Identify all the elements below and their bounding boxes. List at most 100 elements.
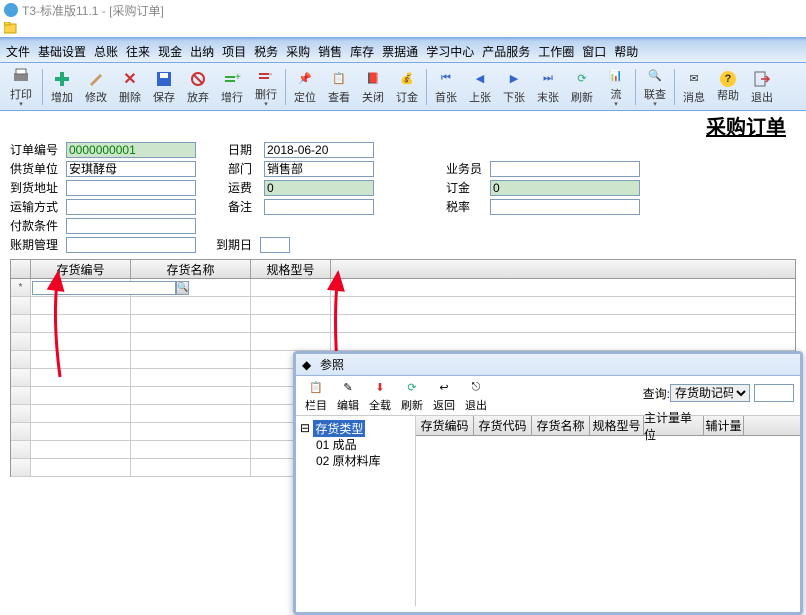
- mdi-icon: [4, 22, 18, 34]
- dialog-toolbar: 📋栏目 ✎编辑 ⬇全载 ⟳刷新 ↩返回 ⎋退出 查询: 存货助记码: [296, 376, 800, 416]
- input-order-no[interactable]: [66, 142, 196, 158]
- tool-prev[interactable]: ◀上张: [464, 65, 496, 109]
- input-addr[interactable]: [66, 180, 196, 196]
- tool-relquery[interactable]: 🔍联查▾: [639, 65, 671, 109]
- menu-help[interactable]: 帮助: [614, 43, 638, 60]
- tool-help[interactable]: ?帮助: [712, 65, 744, 109]
- menu-workgroup[interactable]: 工作圈: [538, 43, 574, 60]
- dcol-spec[interactable]: 规格型号: [590, 416, 644, 435]
- menu-gl[interactable]: 总账: [94, 43, 118, 60]
- input-date[interactable]: [264, 142, 374, 158]
- tool-first[interactable]: ⏮首张: [430, 65, 462, 109]
- label-ship: 运输方式: [10, 198, 66, 215]
- tool-edit[interactable]: 修改: [80, 65, 112, 109]
- dialog-title: 参照: [320, 356, 344, 373]
- menu-inventory[interactable]: 库存: [350, 43, 374, 60]
- input-pay[interactable]: [66, 218, 196, 234]
- grid-header: 存货编号 存货名称 规格型号: [10, 259, 796, 279]
- input-period[interactable]: [66, 237, 196, 253]
- svg-text:-: -: [269, 69, 272, 80]
- grid-col-rownum: [11, 260, 31, 278]
- menu-basic[interactable]: 基础设置: [38, 43, 86, 60]
- input-deposit[interactable]: [490, 180, 640, 196]
- tool-delete[interactable]: ✕删除: [114, 65, 146, 109]
- tree-item[interactable]: 02 原材料库: [300, 452, 411, 468]
- dlg-tool-back[interactable]: ↩返回: [428, 379, 460, 413]
- input-sales[interactable]: [490, 161, 640, 177]
- input-freight[interactable]: [264, 180, 374, 196]
- label-deposit: 订金: [446, 179, 490, 196]
- label-dept: 部门: [228, 160, 264, 177]
- menu-tax[interactable]: 税务: [254, 43, 278, 60]
- tool-discard[interactable]: 放弃: [182, 65, 214, 109]
- tool-flow[interactable]: 📊流▾: [600, 65, 632, 109]
- grid-col-name[interactable]: 存货名称: [131, 260, 251, 278]
- label-remark: 备注: [228, 198, 264, 215]
- input-ship[interactable]: [66, 199, 196, 215]
- dlg-tool-cols[interactable]: 📋栏目: [300, 379, 332, 413]
- row-marker: *: [11, 279, 31, 296]
- tool-locate[interactable]: 📌定位: [289, 65, 321, 109]
- dcol-name[interactable]: 存货名称: [532, 416, 590, 435]
- form: 订单编号 日期 供货单位 部门 业务员 到货地址 运费 订金 运输方式 备注 税…: [10, 141, 796, 253]
- grid-row[interactable]: * 🔍: [11, 279, 795, 297]
- tool-view[interactable]: 📋查看: [323, 65, 355, 109]
- search-field-select[interactable]: 存货助记码: [670, 384, 750, 402]
- dlg-tool-refresh[interactable]: ⟳刷新: [396, 379, 428, 413]
- tool-next[interactable]: ▶下张: [498, 65, 530, 109]
- dcol-id[interactable]: 存货代码: [474, 416, 532, 435]
- label-freight: 运费: [228, 179, 264, 196]
- tool-exit[interactable]: 退出: [746, 65, 778, 109]
- dlg-tool-exit[interactable]: ⎋退出: [460, 379, 492, 413]
- label-pay: 付款条件: [10, 217, 66, 234]
- menu-cashier[interactable]: 出纳: [190, 43, 214, 60]
- tool-last[interactable]: ⏭末张: [532, 65, 564, 109]
- dlg-tool-edit[interactable]: ✎编辑: [332, 379, 364, 413]
- grid-col-spec[interactable]: 规格型号: [251, 260, 331, 278]
- menubar: 文件 基础设置 总账 往来 现金 出纳 项目 税务 采购 销售 库存 票据通 学…: [0, 41, 806, 63]
- window-titlebar: T3-标准版11.1 - [采购订单]: [0, 0, 806, 20]
- tool-print[interactable]: 打印▾: [3, 65, 39, 109]
- menu-project[interactable]: 项目: [222, 43, 246, 60]
- input-remark[interactable]: [264, 199, 374, 215]
- menu-learn[interactable]: 学习中心: [426, 43, 474, 60]
- input-tax[interactable]: [490, 199, 640, 215]
- menu-purchase[interactable]: 采购: [286, 43, 310, 60]
- tree-root[interactable]: ⊟ 存货类型: [300, 420, 411, 436]
- grid-row[interactable]: [11, 333, 795, 351]
- dlg-tool-loadall[interactable]: ⬇全载: [364, 379, 396, 413]
- tool-add[interactable]: 增加: [46, 65, 78, 109]
- tool-close[interactable]: 📕关闭: [357, 65, 389, 109]
- menu-ar[interactable]: 往来: [126, 43, 150, 60]
- grid-col-code[interactable]: 存货编号: [31, 260, 131, 278]
- menu-sales[interactable]: 销售: [318, 43, 342, 60]
- tool-deposit[interactable]: 💰订金: [391, 65, 423, 109]
- menu-bill[interactable]: 票据通: [382, 43, 418, 60]
- tool-addrow[interactable]: +增行: [216, 65, 248, 109]
- menu-product[interactable]: 产品服务: [482, 43, 530, 60]
- search-value-input[interactable]: [754, 384, 794, 402]
- tool-msg[interactable]: ✉消息: [678, 65, 710, 109]
- dcol-unit[interactable]: 主计量单位: [644, 416, 704, 435]
- input-due[interactable]: [260, 237, 290, 253]
- grid-row[interactable]: [11, 315, 795, 333]
- dcol-aux[interactable]: 辅计量: [704, 416, 744, 435]
- svg-text:+: +: [235, 72, 241, 83]
- tool-save[interactable]: 保存: [148, 65, 180, 109]
- menu-window[interactable]: 窗口: [582, 43, 606, 60]
- grid-row[interactable]: [11, 297, 795, 315]
- tool-delrow[interactable]: -删行▾: [250, 65, 282, 109]
- label-addr: 到货地址: [10, 179, 66, 196]
- dialog-titlebar: ◆ 参照: [296, 354, 800, 376]
- dialog-body: ⊟ 存货类型 01 成品 02 原材料库 存货编码 存货代码 存货名称 规格型号…: [296, 416, 800, 606]
- tool-refresh[interactable]: ⟳刷新: [566, 65, 598, 109]
- dcol-code[interactable]: 存货编码: [416, 416, 474, 435]
- menu-cash[interactable]: 现金: [158, 43, 182, 60]
- menu-file[interactable]: 文件: [6, 43, 30, 60]
- window-title: T3-标准版11.1 - [采购订单]: [22, 2, 164, 19]
- content-area: 采购订单 订单编号 日期 供货单位 部门 业务员 到货地址 运费 订金 运输方式…: [0, 111, 806, 525]
- input-supplier[interactable]: [66, 161, 196, 177]
- input-dept[interactable]: [264, 161, 374, 177]
- label-due: 到期日: [216, 236, 260, 253]
- tree-item[interactable]: 01 成品: [300, 436, 411, 452]
